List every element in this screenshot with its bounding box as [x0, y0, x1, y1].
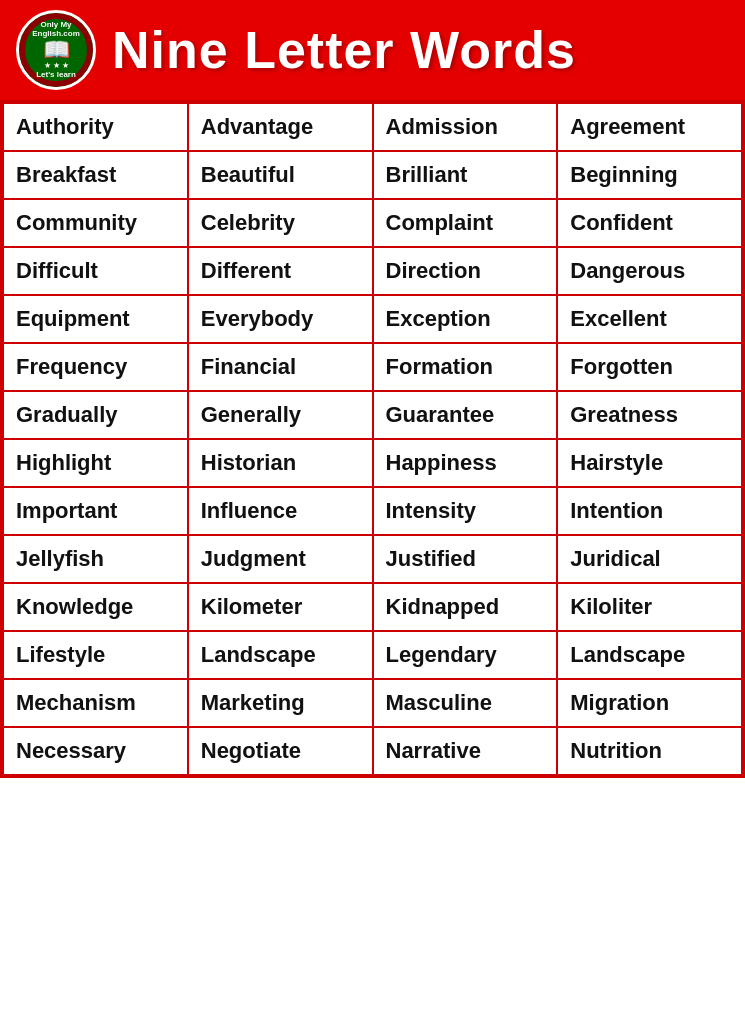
table-cell: Different [188, 247, 373, 295]
table-cell: Marketing [188, 679, 373, 727]
star-icon-2: ★ [53, 61, 60, 70]
header: Only MyEnglish.com 📖 ★ ★ ★ Let's learn N… [0, 0, 745, 100]
table-cell: Financial [188, 343, 373, 391]
table-cell: Excellent [557, 295, 742, 343]
table-cell: Intensity [373, 487, 558, 535]
table-cell: Dangerous [557, 247, 742, 295]
table-cell: Complaint [373, 199, 558, 247]
table-cell: Kilometer [188, 583, 373, 631]
book-icon: 📖 [43, 39, 70, 61]
table-cell: Judgment [188, 535, 373, 583]
table-cell: Gradually [3, 391, 188, 439]
table-row: BreakfastBeautifulBrilliantBeginning [3, 151, 742, 199]
table-cell: Lifestyle [3, 631, 188, 679]
table-cell: Frequency [3, 343, 188, 391]
table-cell: Direction [373, 247, 558, 295]
table-cell: Greatness [557, 391, 742, 439]
logo-stars: ★ ★ ★ [44, 61, 69, 70]
table-cell: Necessary [3, 727, 188, 775]
table-row: HighlightHistorianHappinessHairstyle [3, 439, 742, 487]
table-cell: Beautiful [188, 151, 373, 199]
table-cell: Kidnapped [373, 583, 558, 631]
table-cell: Celebrity [188, 199, 373, 247]
table-row: FrequencyFinancialFormationForgotten [3, 343, 742, 391]
table-cell: Migration [557, 679, 742, 727]
logo: Only MyEnglish.com 📖 ★ ★ ★ Let's learn [16, 10, 96, 90]
table-row: NecessaryNegotiateNarrativeNutrition [3, 727, 742, 775]
table-cell: Guarantee [373, 391, 558, 439]
table-cell: Masculine [373, 679, 558, 727]
table-row: DifficultDifferentDirectionDangerous [3, 247, 742, 295]
table-row: JellyfishJudgmentJustifiedJuridical [3, 535, 742, 583]
table-container: AuthorityAdvantageAdmissionAgreementBrea… [0, 100, 745, 778]
table-row: LifestyleLandscapeLegendaryLandscape [3, 631, 742, 679]
table-cell: Breakfast [3, 151, 188, 199]
table-cell: Confident [557, 199, 742, 247]
table-cell: Nutrition [557, 727, 742, 775]
table-cell: Knowledge [3, 583, 188, 631]
table-cell: Agreement [557, 103, 742, 151]
table-cell: Exception [373, 295, 558, 343]
table-cell: Advantage [188, 103, 373, 151]
table-row: GraduallyGenerallyGuaranteeGreatness [3, 391, 742, 439]
table-row: ImportantInfluenceIntensityIntention [3, 487, 742, 535]
table-cell: Juridical [557, 535, 742, 583]
table-row: MechanismMarketingMasculineMigration [3, 679, 742, 727]
table-cell: Formation [373, 343, 558, 391]
table-row: KnowledgeKilometerKidnappedKiloliter [3, 583, 742, 631]
table-cell: Admission [373, 103, 558, 151]
table-cell: Authority [3, 103, 188, 151]
table-cell: Forgotten [557, 343, 742, 391]
table-cell: Jellyfish [3, 535, 188, 583]
table-cell: Influence [188, 487, 373, 535]
table-row: CommunityCelebrityComplaintConfident [3, 199, 742, 247]
table-cell: Community [3, 199, 188, 247]
logo-bottom-text: Let's learn [36, 70, 76, 79]
table-cell: Beginning [557, 151, 742, 199]
table-cell: Landscape [557, 631, 742, 679]
table-cell: Intention [557, 487, 742, 535]
page-title: Nine Letter Words [112, 20, 576, 80]
table-cell: Happiness [373, 439, 558, 487]
table-cell: Important [3, 487, 188, 535]
table-cell: Highlight [3, 439, 188, 487]
words-table: AuthorityAdvantageAdmissionAgreementBrea… [2, 102, 743, 776]
table-cell: Difficult [3, 247, 188, 295]
table-cell: Negotiate [188, 727, 373, 775]
table-cell: Brilliant [373, 151, 558, 199]
table-cell: Equipment [3, 295, 188, 343]
table-row: AuthorityAdvantageAdmissionAgreement [3, 103, 742, 151]
table-cell: Hairstyle [557, 439, 742, 487]
table-row: EquipmentEverybodyExceptionExcellent [3, 295, 742, 343]
table-cell: Narrative [373, 727, 558, 775]
star-icon-3: ★ [62, 61, 69, 70]
table-cell: Legendary [373, 631, 558, 679]
table-cell: Everybody [188, 295, 373, 343]
table-cell: Landscape [188, 631, 373, 679]
table-cell: Mechanism [3, 679, 188, 727]
table-cell: Historian [188, 439, 373, 487]
table-cell: Generally [188, 391, 373, 439]
table-cell: Justified [373, 535, 558, 583]
table-cell: Kiloliter [557, 583, 742, 631]
star-icon-1: ★ [44, 61, 51, 70]
